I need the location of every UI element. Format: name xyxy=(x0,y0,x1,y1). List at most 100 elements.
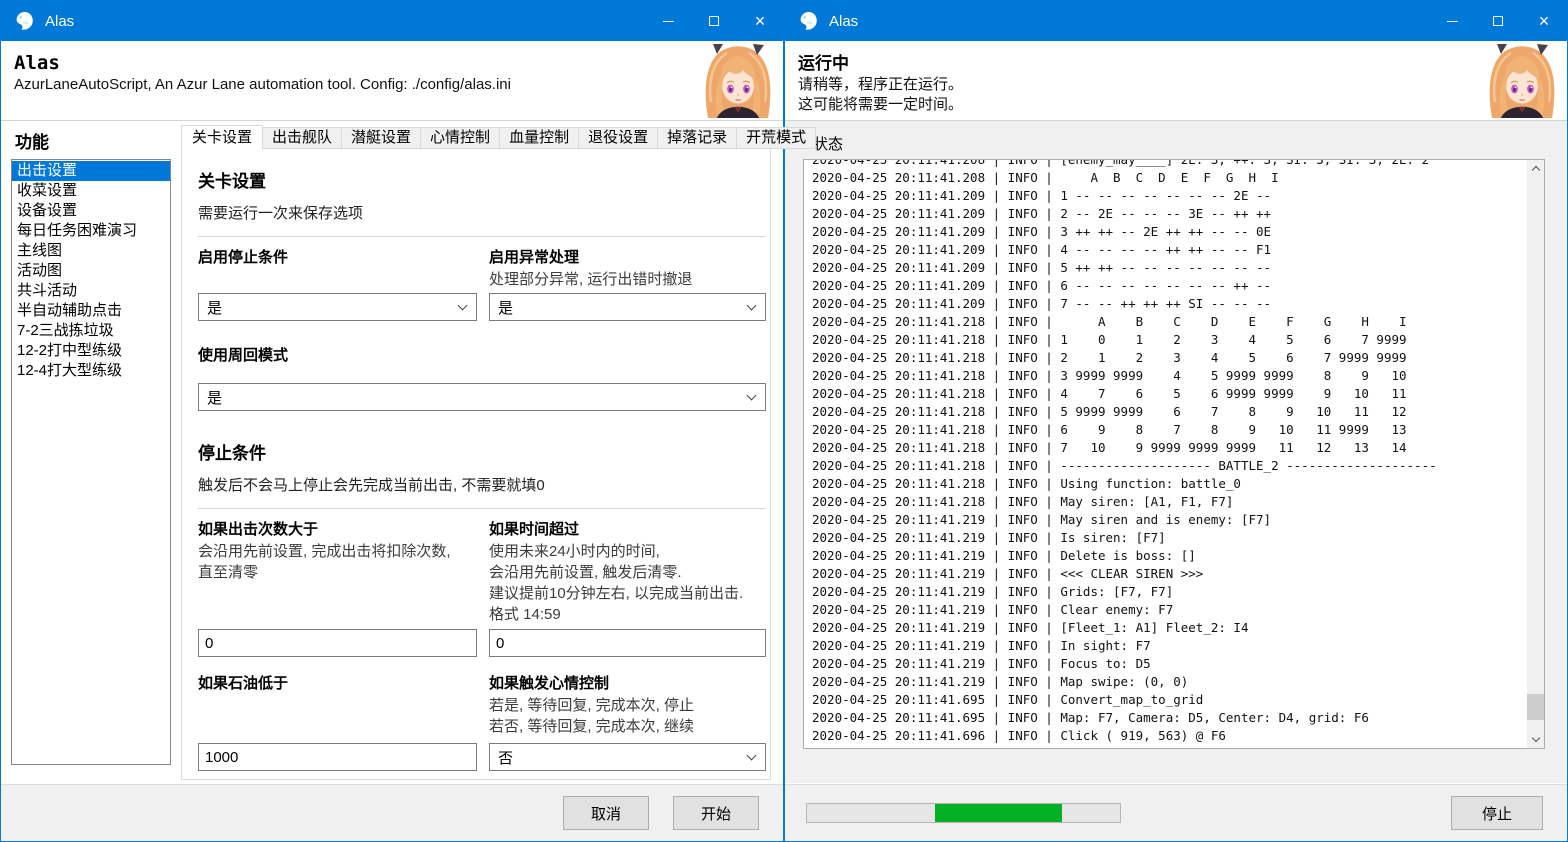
if-oil-input[interactable] xyxy=(198,743,477,771)
runner-header: 运行中 请稍等，程序正在运行。 这可能将需要一定时间。 xyxy=(785,41,1567,121)
runner-footer: 停止 xyxy=(785,784,1567,841)
sidebar-item[interactable]: 半自动辅助点击 xyxy=(12,301,170,321)
enable-stop-label: 启用停止条件 xyxy=(198,247,477,269)
status-label: 状态 xyxy=(813,133,843,154)
log-line: 2020-04-25 20:11:41.695 | INFO | Map: F7… xyxy=(812,709,1527,727)
if-emotion-select[interactable]: 否 xyxy=(489,743,766,771)
enable-exception-select[interactable]: 是 xyxy=(489,293,766,321)
log-line: 2020-04-25 20:11:41.219 | INFO | In sigh… xyxy=(812,637,1527,655)
avatar xyxy=(1485,44,1559,118)
stop-button[interactable]: 停止 xyxy=(1451,796,1543,830)
if-time-desc: 使用未来24小时内的时间, 会沿用先前设置, 触发后清零. 建议提前10分钟左右… xyxy=(489,541,766,627)
log-line: 2020-04-25 20:11:41.218 | INFO | 5 9999 … xyxy=(812,403,1527,421)
enable-stop-select[interactable]: 是 xyxy=(198,293,477,321)
tab[interactable]: 潜艇设置 xyxy=(341,127,421,149)
tab[interactable]: 掉落记录 xyxy=(657,127,737,149)
function-listbox[interactable]: 出击设置收菜设置设备设置每日任务困难演习主线图活动图共斗活动半自动辅助点击7-2… xyxy=(11,159,171,765)
enable-exception-desc: 处理部分异常, 运行出错时撤退 xyxy=(489,269,766,291)
log-line: 2020-04-25 20:11:41.209 | INFO | 4 -- --… xyxy=(812,241,1527,259)
log-line: 2020-04-25 20:11:41.208 | INFO | [enemy_… xyxy=(812,160,1527,169)
sidebar-item[interactable]: 活动图 xyxy=(12,261,170,281)
tab[interactable]: 出击舰队 xyxy=(262,127,342,149)
progress-fill xyxy=(935,804,1062,822)
log-output[interactable]: 2020-04-25 20:11:41.208 | INFO | [enemy_… xyxy=(803,159,1545,749)
chevron-down-icon xyxy=(747,301,757,311)
sidebar-item[interactable]: 每日任务困难演习 xyxy=(12,221,170,241)
sidebar-heading: 功能 xyxy=(15,128,49,153)
log-line: 2020-04-25 20:11:41.219 | INFO | [Fleet_… xyxy=(812,619,1527,637)
sidebar-item[interactable]: 出击设置 xyxy=(12,161,170,181)
chevron-up-icon xyxy=(1531,166,1539,174)
log-line: 2020-04-25 20:11:41.209 | INFO | 2 -- 2E… xyxy=(812,205,1527,223)
sidebar-item[interactable]: 收菜设置 xyxy=(12,181,170,201)
log-line: 2020-04-25 20:11:41.218 | INFO | 3 9999 … xyxy=(812,367,1527,385)
scrollbar-thumb[interactable] xyxy=(1527,694,1544,720)
tab[interactable]: 退役设置 xyxy=(578,127,658,149)
log-line: 2020-04-25 20:11:41.218 | INFO | May sir… xyxy=(812,493,1527,511)
close-button[interactable]: × xyxy=(737,1,783,41)
log-scrollbar[interactable] xyxy=(1527,160,1544,748)
minimize-button[interactable] xyxy=(645,1,691,41)
desc-line: 建议提前10分钟左右, 以完成当前出击. xyxy=(489,583,766,604)
log-line: 2020-04-25 20:11:41.218 | INFO | 7 10 9 … xyxy=(812,439,1527,457)
sidebar-item[interactable]: 共斗活动 xyxy=(12,281,170,301)
sidebar-item[interactable]: 12-2打中型练级 xyxy=(12,341,170,361)
chevron-down-icon xyxy=(747,751,757,761)
spacer xyxy=(198,269,477,291)
maximize-button[interactable] xyxy=(691,1,737,41)
sidebar-item[interactable]: 12-4打大型练级 xyxy=(12,361,170,381)
minimize-icon xyxy=(1447,21,1458,22)
alas-app-icon xyxy=(13,10,35,32)
window-title: Alas xyxy=(829,13,858,30)
if-time-input[interactable] xyxy=(489,629,766,657)
maximize-icon xyxy=(709,16,719,26)
desc-line: 格式 14:59 xyxy=(489,604,766,625)
sidebar-item[interactable]: 设备设置 xyxy=(12,201,170,221)
log-line: 2020-04-25 20:11:41.218 | INFO | 4 7 6 5… xyxy=(812,385,1527,403)
log-line: 2020-04-25 20:11:41.209 | INFO | 7 -- --… xyxy=(812,295,1527,313)
start-button[interactable]: 开始 xyxy=(673,796,759,830)
tab[interactable]: 开荒模式 xyxy=(736,127,816,149)
minimize-icon xyxy=(663,21,674,22)
titlebar[interactable]: Alas × xyxy=(785,1,1567,41)
tab[interactable]: 心情控制 xyxy=(420,127,500,149)
log-line: 2020-04-25 20:11:41.218 | INFO | -------… xyxy=(812,457,1527,475)
if-count-input[interactable] xyxy=(198,629,477,657)
log-line: 2020-04-25 20:11:41.219 | INFO | May sir… xyxy=(812,511,1527,529)
cancel-button[interactable]: 取消 xyxy=(563,796,649,830)
maximize-button[interactable] xyxy=(1475,1,1521,41)
runner-title: 运行中 xyxy=(798,49,1567,74)
log-line: 2020-04-25 20:11:41.218 | INFO | 1 0 1 2… xyxy=(812,331,1527,349)
log-line: 2020-04-25 20:11:41.209 | INFO | 3 ++ ++… xyxy=(812,223,1527,241)
window-controls: × xyxy=(645,1,783,41)
tab-panel-stage-settings: 关卡设置 需要运行一次来保存选项 启用停止条件 是 启用异常处理 处理部 xyxy=(181,148,771,780)
titlebar[interactable]: Alas × xyxy=(1,1,783,41)
scroll-down-button[interactable] xyxy=(1527,731,1544,748)
log-line: 2020-04-25 20:11:41.209 | INFO | 1 -- --… xyxy=(812,187,1527,205)
log-line: 2020-04-25 20:11:41.219 | INFO | Map swi… xyxy=(812,673,1527,691)
desc-line: 若否, 等待回复, 完成本次, 继续 xyxy=(489,716,766,737)
app-subtitle: AzurLaneAutoScript, An Azur Lane automat… xyxy=(14,76,783,93)
maximize-icon xyxy=(1493,16,1503,26)
sidebar-item[interactable]: 主线图 xyxy=(12,241,170,261)
stop-section-title: 停止条件 xyxy=(198,439,766,464)
scroll-up-button[interactable] xyxy=(1527,160,1544,177)
config-footer: 取消 开始 xyxy=(1,784,783,841)
minimize-button[interactable] xyxy=(1429,1,1475,41)
desc-line: 会沿用先前设置, 触发后清零. xyxy=(489,562,766,583)
log-line: 2020-04-25 20:11:41.219 | INFO | Delete … xyxy=(812,547,1527,565)
settings-main: 关卡设置出击舰队潜艇设置心情控制血量控制退役设置掉落记录开荒模式 关卡设置 需要… xyxy=(181,124,771,780)
log-line: 2020-04-25 20:11:41.219 | INFO | <<< CLE… xyxy=(812,565,1527,583)
runner-line2: 这可能将需要一定时间。 xyxy=(798,95,1567,115)
log-line: 2020-04-25 20:11:41.695 | INFO | Convert… xyxy=(812,691,1527,709)
loop-mode-select[interactable]: 是 xyxy=(198,383,766,411)
log-clip: 2020-04-25 20:11:41.208 | INFO | [enemy_… xyxy=(804,160,1527,748)
if-emotion-desc: 若是, 等待回复, 完成本次, 停止 若否, 等待回复, 完成本次, 继续 xyxy=(489,695,766,741)
sidebar-item[interactable]: 7-2三战拣垃圾 xyxy=(12,321,170,341)
tab[interactable]: 关卡设置 xyxy=(181,125,263,150)
log-line: 2020-04-25 20:11:41.696 | INFO | Click (… xyxy=(812,727,1527,745)
tab[interactable]: 血量控制 xyxy=(499,127,579,149)
close-button[interactable]: × xyxy=(1521,1,1567,41)
log-body: 2020-04-25 20:11:41.208 | INFO | [enemy_… xyxy=(804,160,1527,745)
config-window: Alas × Alas AzurLaneAutoScript, An Azur … xyxy=(0,0,784,842)
